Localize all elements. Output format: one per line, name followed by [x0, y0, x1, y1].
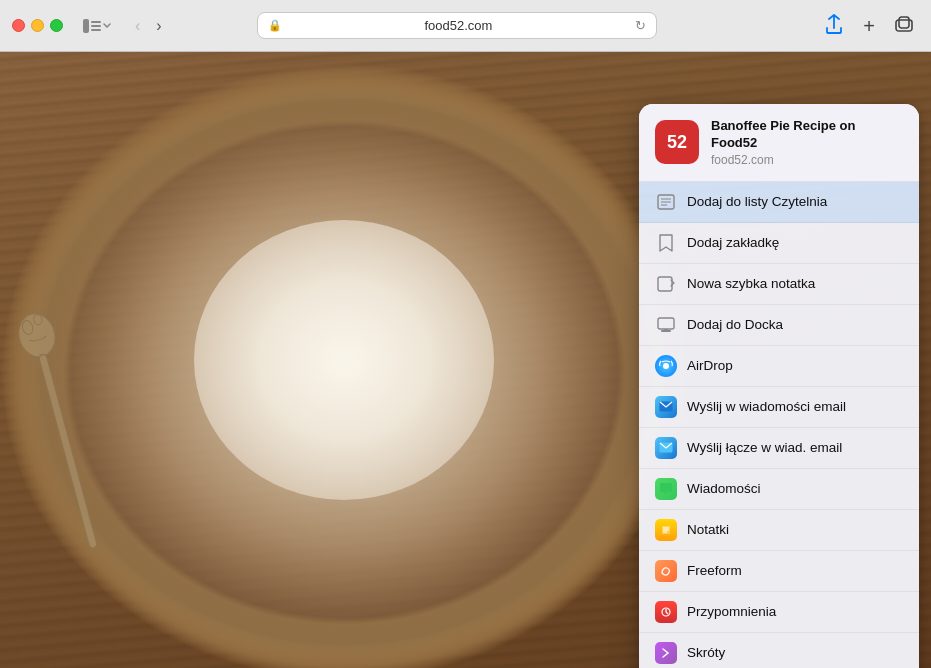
address-bar[interactable]: 🔒 food52.com ↻ [257, 12, 657, 39]
svg-rect-3 [91, 29, 101, 31]
freeform-icon [655, 560, 677, 582]
share-menu-messages[interactable]: Wiadomości [639, 469, 919, 510]
quick-note-label: Nowa szybka notatka [687, 276, 815, 291]
new-tab-button[interactable]: + [857, 12, 881, 40]
forward-button[interactable]: › [150, 14, 167, 38]
content-area: 52 Banoffee Pie Recipe on Food52 food52.… [0, 52, 931, 668]
share-menu-reading-list[interactable]: Dodaj do listy Czytelnia [639, 182, 919, 223]
messages-icon [655, 478, 677, 500]
svg-point-6 [14, 309, 60, 361]
mail-link-label: Wyślij łącze w wiad. email [687, 440, 842, 455]
share-menu-notes[interactable]: Notatki [639, 510, 919, 551]
share-popup: 52 Banoffee Pie Recipe on Food52 food52.… [639, 104, 919, 668]
svg-rect-15 [658, 318, 674, 329]
notes-icon [655, 519, 677, 541]
close-button[interactable] [12, 19, 25, 32]
cream-layer [194, 220, 494, 500]
popup-title: Banoffee Pie Recipe on Food52 [711, 118, 903, 152]
window-controls [12, 19, 63, 32]
share-menu-quick-note[interactable]: Nowa szybka notatka [639, 264, 919, 305]
airdrop-icon [655, 355, 677, 377]
freeform-label: Freeform [687, 563, 742, 578]
share-menu-freeform[interactable]: Freeform [639, 551, 919, 592]
sidebar-toggle-button[interactable] [77, 15, 117, 37]
mail-label: Wyślij w wiadomości email [687, 399, 846, 414]
browser-toolbar: ‹ › 🔒 food52.com ↻ + [0, 0, 931, 52]
lock-icon: 🔒 [268, 19, 282, 32]
svg-rect-0 [83, 19, 89, 33]
site-favicon: 52 [655, 120, 699, 164]
svg-rect-17 [664, 329, 668, 331]
share-button[interactable] [819, 10, 849, 41]
reading-list-icon [655, 191, 677, 213]
share-menu-dock[interactable]: Dodaj do Docka [639, 305, 919, 346]
reminders-label: Przypomnienia [687, 604, 776, 619]
tabs-overview-button[interactable] [889, 12, 919, 39]
quick-note-icon [655, 273, 677, 295]
reload-icon[interactable]: ↻ [635, 18, 646, 33]
mail-link-icon [655, 437, 677, 459]
svg-line-26 [666, 612, 668, 614]
messages-label: Wiadomości [687, 481, 761, 496]
airdrop-label: AirDrop [687, 358, 733, 373]
dock-icon [655, 314, 677, 336]
reminders-icon [655, 601, 677, 623]
sidebar-chevron-icon [103, 23, 111, 28]
share-menu-shortcuts[interactable]: Skróty [639, 633, 919, 668]
share-menu-mail[interactable]: Wyślij w wiadomości email [639, 387, 919, 428]
notes-label: Notatki [687, 522, 729, 537]
popup-header-text: Banoffee Pie Recipe on Food52 food52.com [711, 118, 903, 167]
svg-point-18 [663, 363, 669, 369]
svg-rect-5 [899, 17, 909, 28]
bookmark-label: Dodaj zakładkę [687, 235, 779, 250]
share-menu-mail-link[interactable]: Wyślij łącze w wiad. email [639, 428, 919, 469]
svg-rect-1 [91, 21, 101, 23]
popup-subtitle: food52.com [711, 153, 903, 167]
svg-rect-14 [658, 277, 672, 291]
navigation-buttons: ‹ › [129, 14, 168, 38]
share-menu-reminders[interactable]: Przypomnienia [639, 592, 919, 633]
url-input[interactable]: food52.com [288, 18, 629, 33]
toolbar-right: + [819, 10, 919, 41]
share-menu-airdrop[interactable]: AirDrop [639, 346, 919, 387]
svg-rect-2 [91, 25, 101, 27]
fullscreen-button[interactable] [50, 19, 63, 32]
reading-list-label: Dodaj do listy Czytelnia [687, 194, 827, 209]
back-button[interactable]: ‹ [129, 14, 146, 38]
shortcuts-icon [655, 642, 677, 664]
share-menu-bookmark[interactable]: Dodaj zakładkę [639, 223, 919, 264]
mail-icon [655, 396, 677, 418]
minimize-button[interactable] [31, 19, 44, 32]
share-menu: Dodaj do listy Czytelnia Dodaj zakładkę [639, 182, 919, 668]
popup-header: 52 Banoffee Pie Recipe on Food52 food52.… [639, 104, 919, 182]
dock-label: Dodaj do Docka [687, 317, 783, 332]
shortcuts-label: Skróty [687, 645, 725, 660]
bookmark-icon [655, 232, 677, 254]
